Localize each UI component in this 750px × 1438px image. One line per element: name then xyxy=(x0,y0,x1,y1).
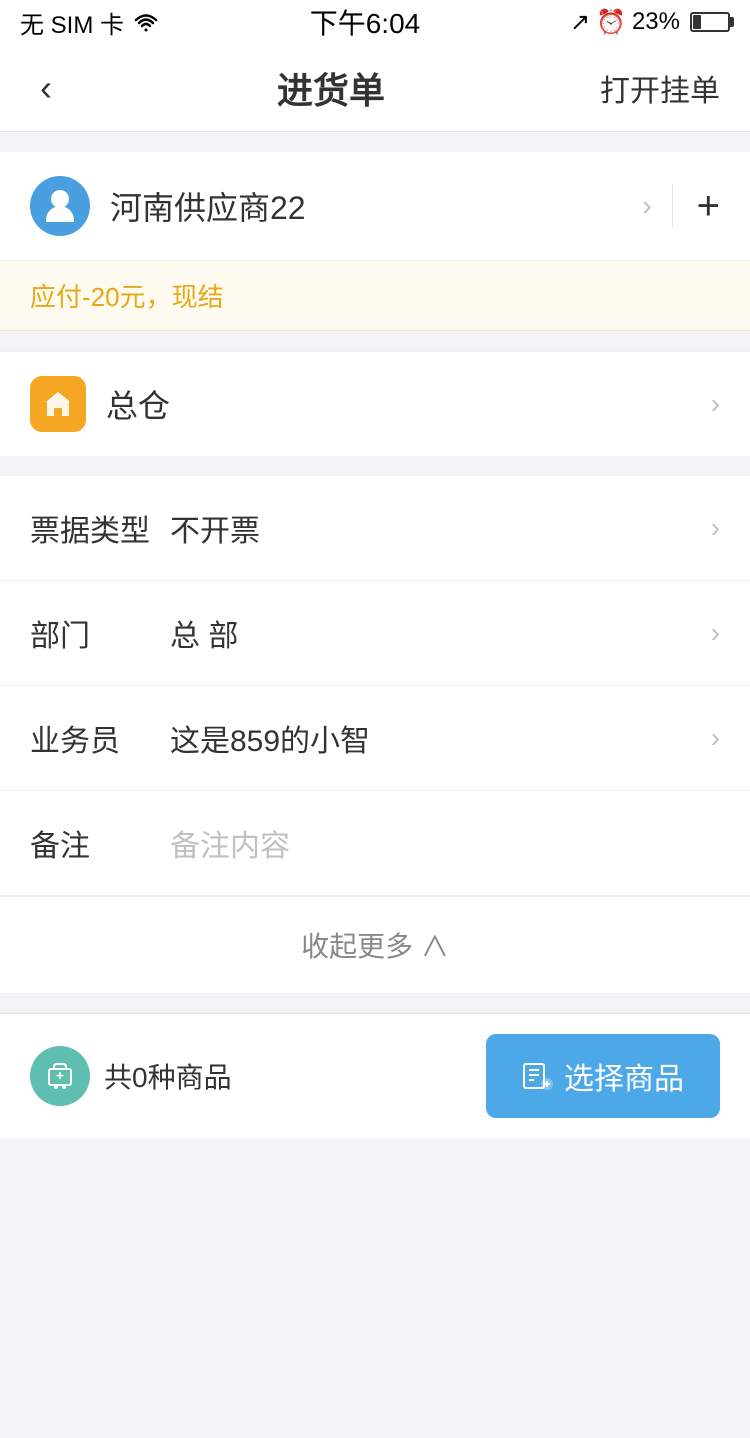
supplier-row[interactable]: 河南供应商22 › + xyxy=(0,152,750,261)
warehouse-row[interactable]: 总仓 › xyxy=(0,351,750,456)
cart-icon-wrap xyxy=(30,1046,90,1106)
separator-2 xyxy=(0,331,750,351)
supplier-name: 河南供应商22 xyxy=(110,183,642,229)
bottom-bar: 共0种商品 选择商品 xyxy=(0,1013,750,1138)
department-label: 部门 xyxy=(30,611,170,655)
status-left: 无 SIM 卡 xyxy=(20,5,160,40)
vertical-divider xyxy=(672,184,673,228)
warehouse-icon xyxy=(42,388,74,420)
page-title: 进货单 xyxy=(277,62,385,114)
battery-icon xyxy=(690,12,730,32)
salesperson-label: 业务员 xyxy=(30,716,170,760)
salesperson-row[interactable]: 业务员 这是859的小智 › xyxy=(0,686,750,791)
department-value: 总 部 xyxy=(170,611,711,655)
location-icon: ↗ xyxy=(570,8,590,37)
supplier-section: 河南供应商22 › + 应付-20元，现结 xyxy=(0,152,750,331)
warehouse-section: 总仓 › xyxy=(0,351,750,456)
select-product-icon xyxy=(522,1060,554,1092)
wifi-icon xyxy=(132,12,160,32)
salesperson-chevron-icon: › xyxy=(711,722,720,754)
supplier-avatar xyxy=(30,176,90,236)
supplier-chevron-icon: › xyxy=(642,190,651,222)
warehouse-chevron-icon: › xyxy=(711,388,720,420)
status-right: ↗ ⏰ 23% xyxy=(570,8,730,37)
status-bar: 无 SIM 卡 下午6:04 ↗ ⏰ 23% xyxy=(0,0,750,44)
invoice-type-row[interactable]: 票据类型 不开票 › xyxy=(0,476,750,581)
avatar-person-icon xyxy=(44,190,76,222)
invoice-type-chevron-icon: › xyxy=(711,512,720,544)
product-count-text: 共0种商品 xyxy=(104,1056,232,1096)
open-pending-button[interactable]: 打开挂单 xyxy=(600,66,720,110)
product-count-wrap: 共0种商品 xyxy=(30,1046,232,1106)
back-button[interactable]: ‹ xyxy=(30,57,62,119)
collapse-button[interactable]: 收起更多 ∧ xyxy=(0,896,750,993)
invoice-type-value: 不开票 xyxy=(170,506,711,550)
select-product-button[interactable]: 选择商品 xyxy=(486,1034,720,1118)
invoice-type-label: 票据类型 xyxy=(30,506,170,550)
cart-icon xyxy=(43,1059,77,1093)
nav-bar: ‹ 进货单 打开挂单 xyxy=(0,44,750,132)
warehouse-icon-wrap xyxy=(30,376,86,432)
remark-input[interactable]: 备注内容 xyxy=(170,821,720,865)
gray-area xyxy=(0,1138,750,1438)
notice-banner: 应付-20元，现结 xyxy=(0,261,750,331)
salesperson-value: 这是859的小智 xyxy=(170,716,711,760)
remark-label: 备注 xyxy=(30,821,170,865)
separator-1 xyxy=(0,132,750,152)
status-time: 下午6:04 xyxy=(310,2,421,42)
carrier-text: 无 SIM 卡 xyxy=(20,5,124,40)
department-row[interactable]: 部门 总 部 › xyxy=(0,581,750,686)
select-product-label: 选择商品 xyxy=(564,1054,684,1098)
department-chevron-icon: › xyxy=(711,617,720,649)
add-supplier-button[interactable]: + xyxy=(697,184,720,229)
warehouse-name: 总仓 xyxy=(106,381,711,427)
battery-percent: 23% xyxy=(632,8,680,36)
alarm-icon: ⏰ xyxy=(596,8,626,37)
remark-row[interactable]: 备注 备注内容 xyxy=(0,791,750,896)
form-section: 票据类型 不开票 › 部门 总 部 › 业务员 这是859的小智 › 备注 备注… xyxy=(0,476,750,993)
